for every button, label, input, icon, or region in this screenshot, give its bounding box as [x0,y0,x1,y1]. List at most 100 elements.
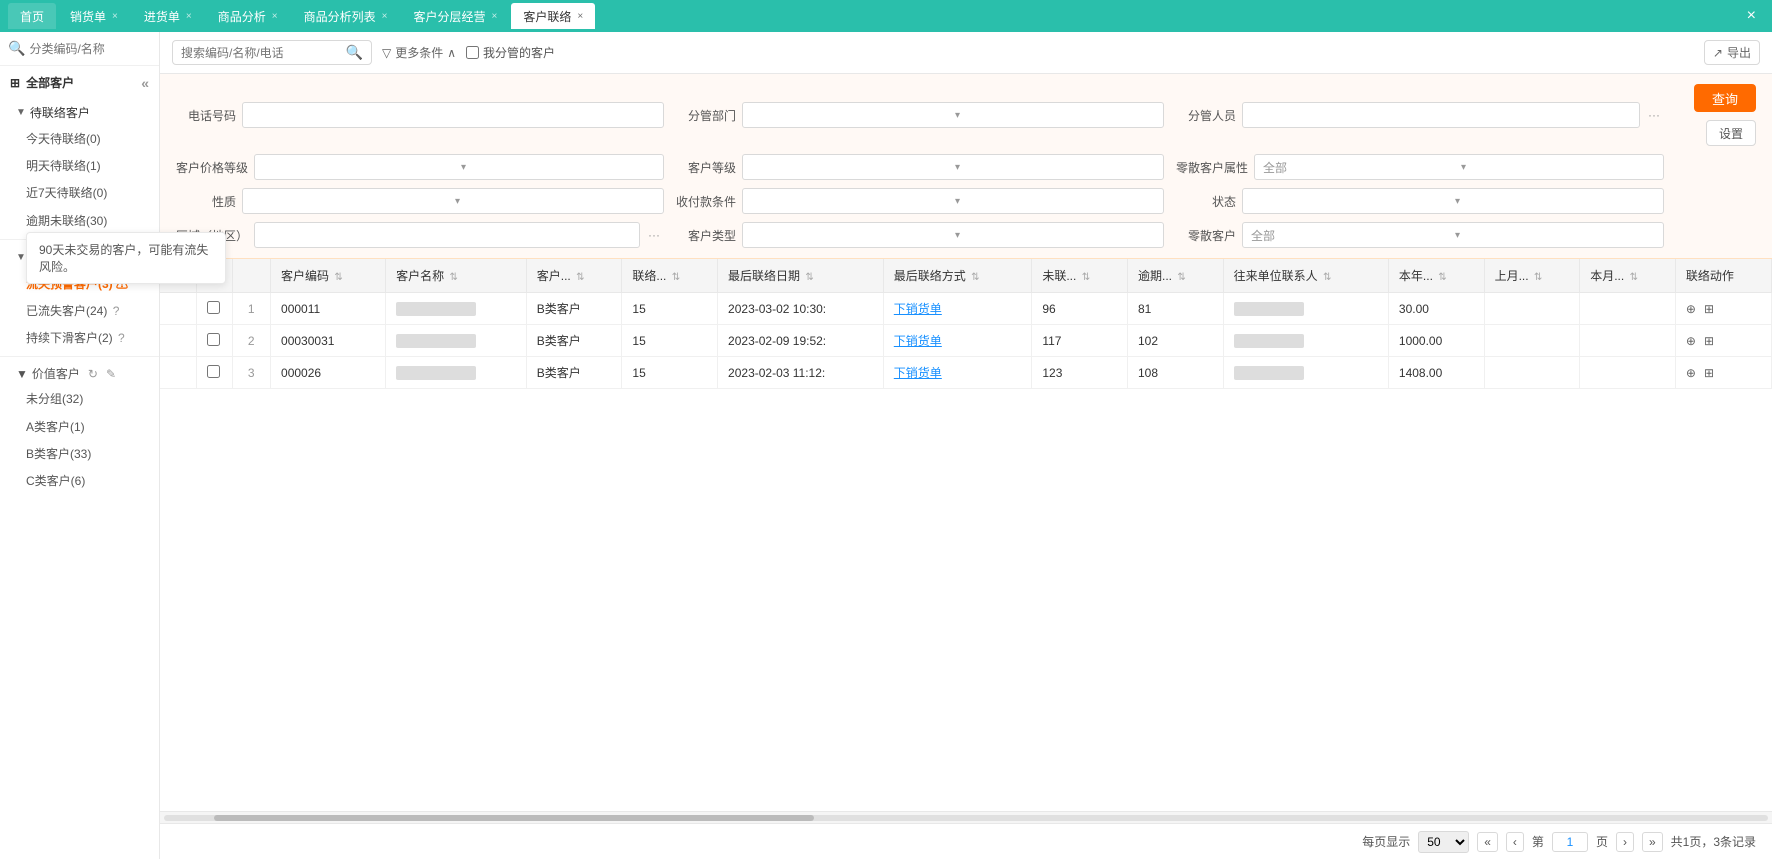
refresh-icon[interactable]: ↻ [88,367,98,381]
sidebar-item-tomorrow[interactable]: 明天待联络(1) [0,153,159,180]
sidebar-item-churned[interactable]: 已流失客户(24) ? [0,298,159,325]
th-overdue[interactable]: 逾期... ⇅ [1128,259,1224,293]
phone-input[interactable] [242,102,664,128]
settings-button[interactable]: 设置 [1706,120,1756,146]
row-check[interactable] [196,293,232,325]
price-level-select[interactable]: ▾ [254,154,664,180]
close-customer-contact-tab[interactable]: × [577,11,583,22]
dept-select[interactable]: ▾ [742,102,1164,128]
th-this-month[interactable]: 本月... ⇅ [1580,259,1676,293]
row-check[interactable] [196,325,232,357]
region-dots[interactable]: ··· [644,228,664,242]
th-last-date[interactable]: 最后联络日期 ⇅ [718,259,884,293]
close-purchase-tab[interactable]: × [186,11,192,22]
sidebar-search-input[interactable] [29,42,160,56]
edit-icon[interactable]: ✎ [106,367,116,381]
nav-tab-analysis[interactable]: 商品分析 × [206,3,290,29]
region-select[interactable] [254,222,640,248]
more-conditions-btn[interactable]: ▽ 更多条件 ∧ [382,44,456,61]
nav-tab-sales[interactable]: 销货单 × [58,3,130,29]
close-analysis-list-tab[interactable]: × [382,11,388,22]
sidebar-item-class-a[interactable]: A类客户(1) [0,414,159,441]
th-unit-contact[interactable]: 往来单位联系人 ⇅ [1223,259,1388,293]
customer-level-select[interactable]: ▾ [742,154,1164,180]
action-more-icon[interactable]: ⊞ [1704,302,1714,316]
sidebar-item-ungroup[interactable]: 未分组(32) [0,386,159,413]
horizontal-scrollbar[interactable] [160,811,1772,823]
nature-select[interactable]: ▾ [242,188,664,214]
sidebar-item-class-b[interactable]: B类客户(33) [0,441,159,468]
scatter-attr-select[interactable]: 全部 ▾ [1254,154,1664,180]
payment-select[interactable]: ▾ [742,188,1164,214]
th-code[interactable]: 客户编码 ⇅ [271,259,386,293]
table-body: 1 000011 B类客户 15 2023-03-02 10:30: 下销货单 … [160,293,1772,389]
sidebar-item-today[interactable]: 今天待联络(0) [0,126,159,153]
sidebar-item-overdue[interactable]: 逾期未联络(30) [0,208,159,235]
th-this-year[interactable]: 本年... ⇅ [1388,259,1484,293]
action-link-icon[interactable]: ⊕ [1686,366,1696,380]
scrollbar-track[interactable] [164,815,1768,821]
th-type[interactable]: 客户... ⇅ [526,259,622,293]
close-analysis-tab[interactable]: × [272,11,278,22]
nav-tab-analysis-list[interactable]: 商品分析列表 × [292,3,400,29]
th-last-month[interactable]: 上月... ⇅ [1484,259,1580,293]
status-select[interactable]: ▾ [1242,188,1664,214]
manager-dots[interactable]: ··· [1644,108,1664,122]
scatter-select[interactable]: 全部 ▾ [1242,222,1664,248]
my-customers-checkbox[interactable] [466,46,479,59]
row-last-type[interactable]: 下销货单 [883,357,1032,389]
last-type-link[interactable]: 下销货单 [894,302,942,316]
current-page-input[interactable] [1552,832,1588,852]
action-link-icon[interactable]: ⊕ [1686,302,1696,316]
row-check[interactable] [196,357,232,389]
customer-type-select[interactable]: ▾ [742,222,1164,248]
manager-select[interactable] [1242,102,1640,128]
query-button[interactable]: 查询 [1694,84,1756,112]
table-header-row: ⚙ 客户编码 ⇅ 客户名称 ⇅ 客户... ⇅ 联络... ⇅ 最后联络日期 ⇅… [160,259,1772,293]
row-checkbox[interactable] [207,333,220,346]
row-settings [160,325,196,357]
sidebar-item-class-c[interactable]: C类客户(6) [0,468,159,495]
nav-tab-purchase[interactable]: 进货单 × [132,3,204,29]
row-checkbox[interactable] [207,365,220,378]
close-all-tabs[interactable]: × [1739,7,1764,25]
first-page-btn[interactable]: « [1477,832,1498,852]
export-button[interactable]: ↗ 导出 [1704,40,1760,65]
sidebar-item-declining[interactable]: 持续下滑客户(2) ? [0,325,159,352]
page-size-select[interactable]: 50 100 200 [1418,831,1469,853]
th-name[interactable]: 客户名称 ⇅ [386,259,527,293]
action-link-icon[interactable]: ⊕ [1686,334,1696,348]
action-more-icon[interactable]: ⊞ [1704,366,1714,380]
sidebar-item-7days[interactable]: 近7天待联络(0) [0,180,159,207]
filter-search-input[interactable] [181,46,342,60]
table-row: 3 000026 B类客户 15 2023-02-03 11:12: 下销货单 … [160,357,1772,389]
nav-tab-customer-layer[interactable]: 客户分层经营 × [401,3,509,29]
row-last-type[interactable]: 下销货单 [883,293,1032,325]
row-last-type[interactable]: 下销货单 [883,325,1032,357]
sidebar-collapse-btn[interactable]: « [141,75,149,91]
scrollbar-thumb[interactable] [214,815,814,821]
nav-tab-customer-contact[interactable]: 客户联络 × [511,3,595,29]
nav-tab-home[interactable]: 首页 [8,3,56,29]
sidebar-all-customers[interactable]: ⊞ 全部客户 « [0,66,159,99]
last-type-link[interactable]: 下销货单 [894,366,942,380]
page-size-label: 每页显示 [1362,833,1410,850]
th-contact[interactable]: 联络... ⇅ [622,259,718,293]
th-last-type[interactable]: 最后联络方式 ⇅ [883,259,1032,293]
question-icon-2: ? [118,331,125,345]
th-uncontact[interactable]: 未联... ⇅ [1032,259,1128,293]
price-level-chevron: ▾ [461,162,655,173]
last-type-link[interactable]: 下销货单 [894,334,942,348]
close-sales-tab[interactable]: × [112,11,118,22]
prev-page-btn[interactable]: ‹ [1506,832,1524,852]
my-customers-filter[interactable]: 我分管的客户 [466,44,555,61]
filter-search-icon[interactable]: 🔍 [346,44,363,61]
action-more-icon[interactable]: ⊞ [1704,334,1714,348]
next-page-btn[interactable]: › [1616,832,1634,852]
page-label: 第 [1532,833,1544,850]
sidebar-group-pending[interactable]: ▼ 待联络客户 [0,99,159,126]
close-customer-layer-tab[interactable]: × [491,11,497,22]
last-page-btn[interactable]: » [1642,832,1663,852]
row-action: ⊕ ⊞ [1675,293,1771,325]
row-checkbox[interactable] [207,301,220,314]
